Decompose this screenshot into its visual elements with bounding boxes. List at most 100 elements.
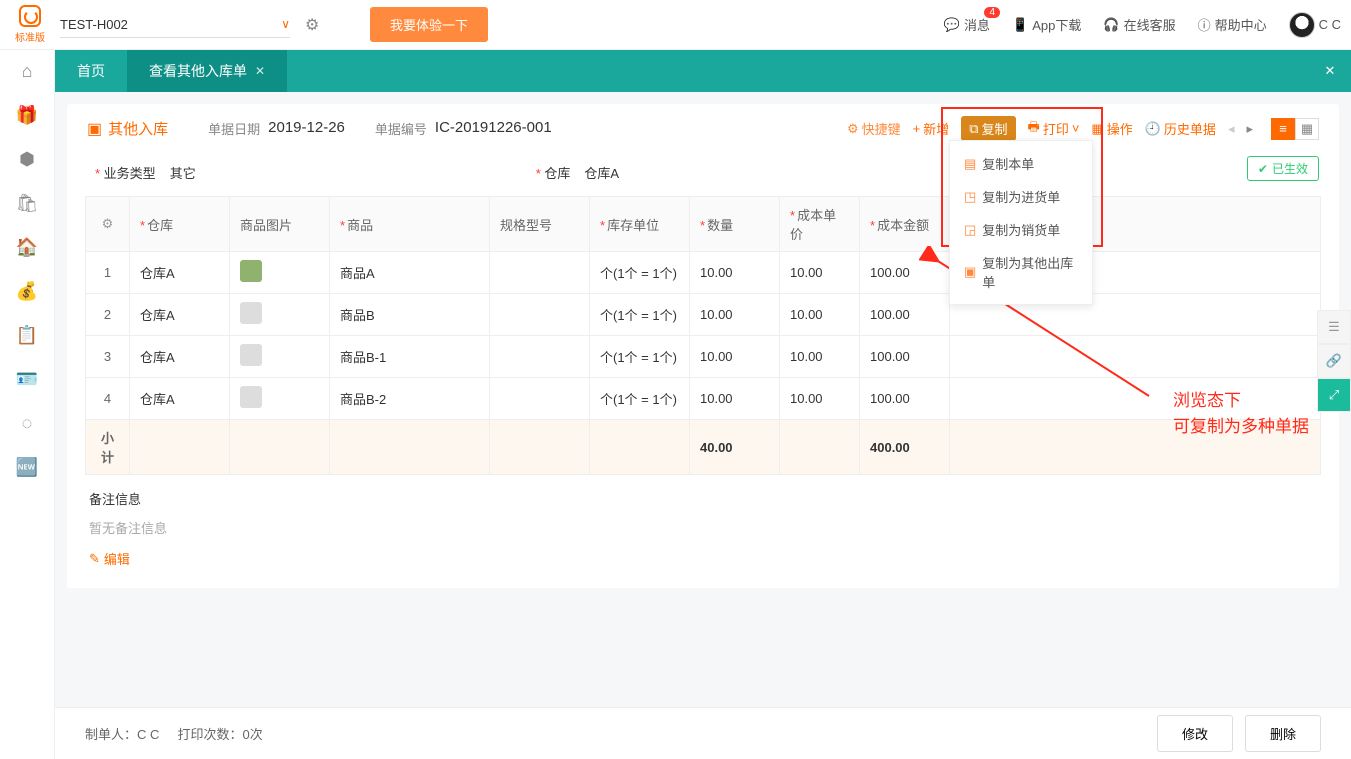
edit-remarks-link[interactable]: ✎ 编辑 xyxy=(89,549,1317,568)
date-label: 单据日期 xyxy=(208,119,260,138)
gear-icon[interactable]: ⚙ xyxy=(102,216,114,231)
print-label: 打印 xyxy=(1043,119,1069,138)
table-row[interactable]: 4仓库A商品B-2个(1个 = 1个)10.0010.00100.00 xyxy=(86,378,1321,420)
history-button[interactable]: 🕘历史单据 xyxy=(1145,119,1216,138)
footer-bar: 制单人：C C 打印次数：0次 修改 删除 xyxy=(55,707,1351,759)
nav-home-icon[interactable]: ⌂ xyxy=(16,60,38,82)
inbound-icon: ▣ xyxy=(87,119,102,139)
try-button[interactable]: 我要体验一下 xyxy=(370,7,488,42)
row-spec xyxy=(490,378,590,420)
copy-button[interactable]: ⧉复制 xyxy=(961,116,1015,141)
tab-close-icon[interactable]: ✕ xyxy=(255,64,265,78)
nav-house-icon[interactable]: 🏠 xyxy=(16,236,38,258)
messages-badge: 4 xyxy=(984,7,1000,18)
subtotal-qty: 40.00 xyxy=(690,420,780,475)
online-service-link[interactable]: 🎧 在线客服 xyxy=(1103,15,1175,34)
shortcut-label: 快捷键 xyxy=(862,119,901,138)
app-download-link[interactable]: 📱 App下载 xyxy=(1012,15,1081,34)
status-badge: ✔ 已生效 xyxy=(1247,156,1319,181)
row-product: 商品B-2 xyxy=(330,378,490,420)
list-view-icon[interactable]: ≡ xyxy=(1271,118,1295,140)
dropdown-copy-purchase[interactable]: ◳复制为进货单 xyxy=(950,180,1092,213)
phone-icon: 📱 xyxy=(1012,17,1028,33)
tab-home[interactable]: 首页 xyxy=(55,50,127,92)
close-all-tabs[interactable]: ✕ xyxy=(1309,50,1351,92)
dropdown-copy-this[interactable]: ▤复制本单 xyxy=(950,147,1092,180)
table-header-row: ⚙ *仓库 商品图片 *商品 规格型号 *库存单位 *数量 *成本单价 *成本金… xyxy=(86,197,1321,252)
row-image xyxy=(230,378,330,420)
modify-button[interactable]: 修改 xyxy=(1157,715,1233,752)
nav-refresh-icon[interactable]: ◌ xyxy=(16,412,38,434)
row-price: 10.00 xyxy=(780,294,860,336)
top-right-nav: 💬 消息 4 📱 App下载 🎧 在线客服 ⓘ 帮助中心 C C xyxy=(944,12,1341,38)
tab-current[interactable]: 查看其他入库单 ✕ xyxy=(127,50,287,92)
dropdown-copy-other-out[interactable]: ▣复制为其他出库单 xyxy=(950,246,1092,298)
annotation-line2: 可复制为多种单据 xyxy=(1173,414,1309,440)
card-title-text: 其他入库 xyxy=(108,118,168,139)
nav-warehouse-icon[interactable]: ⬢ xyxy=(16,148,38,170)
nav-gift-icon[interactable]: 🎁 xyxy=(16,104,38,126)
tool-note-icon[interactable]: ☰ xyxy=(1317,310,1351,344)
row-qty: 10.00 xyxy=(690,378,780,420)
ops-label: 操作 xyxy=(1107,119,1133,138)
online-service-label: 在线客服 xyxy=(1124,15,1176,34)
biz-type-value: 其它 xyxy=(170,163,196,182)
nav-id-icon[interactable]: 🪪 xyxy=(16,368,38,390)
print-count-value: 0次 xyxy=(242,727,262,742)
help-center-label: 帮助中心 xyxy=(1215,15,1267,34)
grid-view-icon[interactable]: ▦ xyxy=(1295,118,1319,140)
card-actions: ⚙快捷键 +新增 ⧉复制 🖶打印 ˅ ▦操作 🕘历史单据 ◂ ▸ ≡ ▦ xyxy=(847,116,1319,141)
tool-link-icon[interactable]: 🔗 xyxy=(1317,344,1351,378)
row-warehouse: 仓库A xyxy=(130,294,230,336)
prev-icon[interactable]: ◂ xyxy=(1228,121,1235,137)
row-unit: 个(1个 = 1个) xyxy=(590,336,690,378)
nav-money-icon[interactable]: 💰 xyxy=(16,280,38,302)
print-button[interactable]: 🖶打印 ˅ xyxy=(1028,118,1080,140)
shortcut-button[interactable]: ⚙快捷键 xyxy=(847,119,901,138)
nav-clipboard-icon[interactable]: 📋 xyxy=(16,324,38,346)
table-row[interactable]: 2仓库A商品B个(1个 = 1个)10.0010.00100.00 xyxy=(86,294,1321,336)
delete-button[interactable]: 删除 xyxy=(1245,715,1321,752)
nav-bag-icon[interactable]: 🛍 xyxy=(16,192,38,214)
org-selector-value: TEST-H002 xyxy=(60,17,128,32)
row-price: 10.00 xyxy=(780,336,860,378)
user-menu[interactable]: C C xyxy=(1289,12,1341,38)
subtotal-amount: 400.00 xyxy=(860,420,950,475)
product-image-icon xyxy=(240,344,262,366)
creator-info: 制单人：C C 打印次数：0次 xyxy=(85,724,263,743)
row-image xyxy=(230,252,330,294)
product-image-icon xyxy=(240,302,262,324)
org-selector[interactable]: TEST-H002 ∨ xyxy=(60,12,290,38)
row-warehouse: 仓库A xyxy=(130,252,230,294)
help-center-link[interactable]: ⓘ 帮助中心 xyxy=(1198,15,1267,34)
add-button[interactable]: +新增 xyxy=(913,119,950,138)
edit-icon: ✎ xyxy=(89,551,100,567)
next-icon[interactable]: ▸ xyxy=(1246,121,1253,137)
settings-icon[interactable]: ⚙ xyxy=(305,15,319,35)
row-product: 商品A xyxy=(330,252,490,294)
plus-icon: + xyxy=(913,121,921,136)
row-amount: 100.00 xyxy=(860,294,950,336)
nav-new-icon[interactable]: 🆕 xyxy=(16,456,38,478)
main-area: 首页 查看其他入库单 ✕ ✕ ▣ 其他入库 单据日期 2019-12-26 xyxy=(55,50,1351,759)
row-number: 3 xyxy=(86,336,130,378)
row-image xyxy=(230,336,330,378)
row-unit: 个(1个 = 1个) xyxy=(590,294,690,336)
col-spec: 规格型号 xyxy=(490,197,590,252)
warehouse-value: 仓库A xyxy=(584,163,619,182)
ops-button[interactable]: ▦操作 xyxy=(1091,119,1132,138)
tab-bar: 首页 查看其他入库单 ✕ ✕ xyxy=(55,50,1351,92)
dropdown-copy-sales[interactable]: ◲复制为销货单 xyxy=(950,213,1092,246)
table-row[interactable]: 3仓库A商品B-1个(1个 = 1个)10.0010.00100.00 xyxy=(86,336,1321,378)
sidebar: ⌂ 🎁 ⬢ 🛍 🏠 💰 📋 🪪 ◌ 🆕 xyxy=(0,50,55,759)
table-wrap: ⚙ *仓库 商品图片 *商品 规格型号 *库存单位 *数量 *成本单价 *成本金… xyxy=(67,196,1339,475)
row-unit: 个(1个 = 1个) xyxy=(590,378,690,420)
grid-icon: ▦ xyxy=(1091,121,1103,137)
headset-icon: 🎧 xyxy=(1103,17,1119,33)
add-label: 新增 xyxy=(923,119,949,138)
messages-link[interactable]: 💬 消息 4 xyxy=(944,15,990,34)
biz-type-label: 业务类型 xyxy=(104,166,156,181)
tool-expand-icon[interactable]: ⤢ xyxy=(1317,378,1351,412)
table-row[interactable]: 1仓库A商品A个(1个 = 1个)10.0010.00100.00 xyxy=(86,252,1321,294)
row-spec xyxy=(490,336,590,378)
